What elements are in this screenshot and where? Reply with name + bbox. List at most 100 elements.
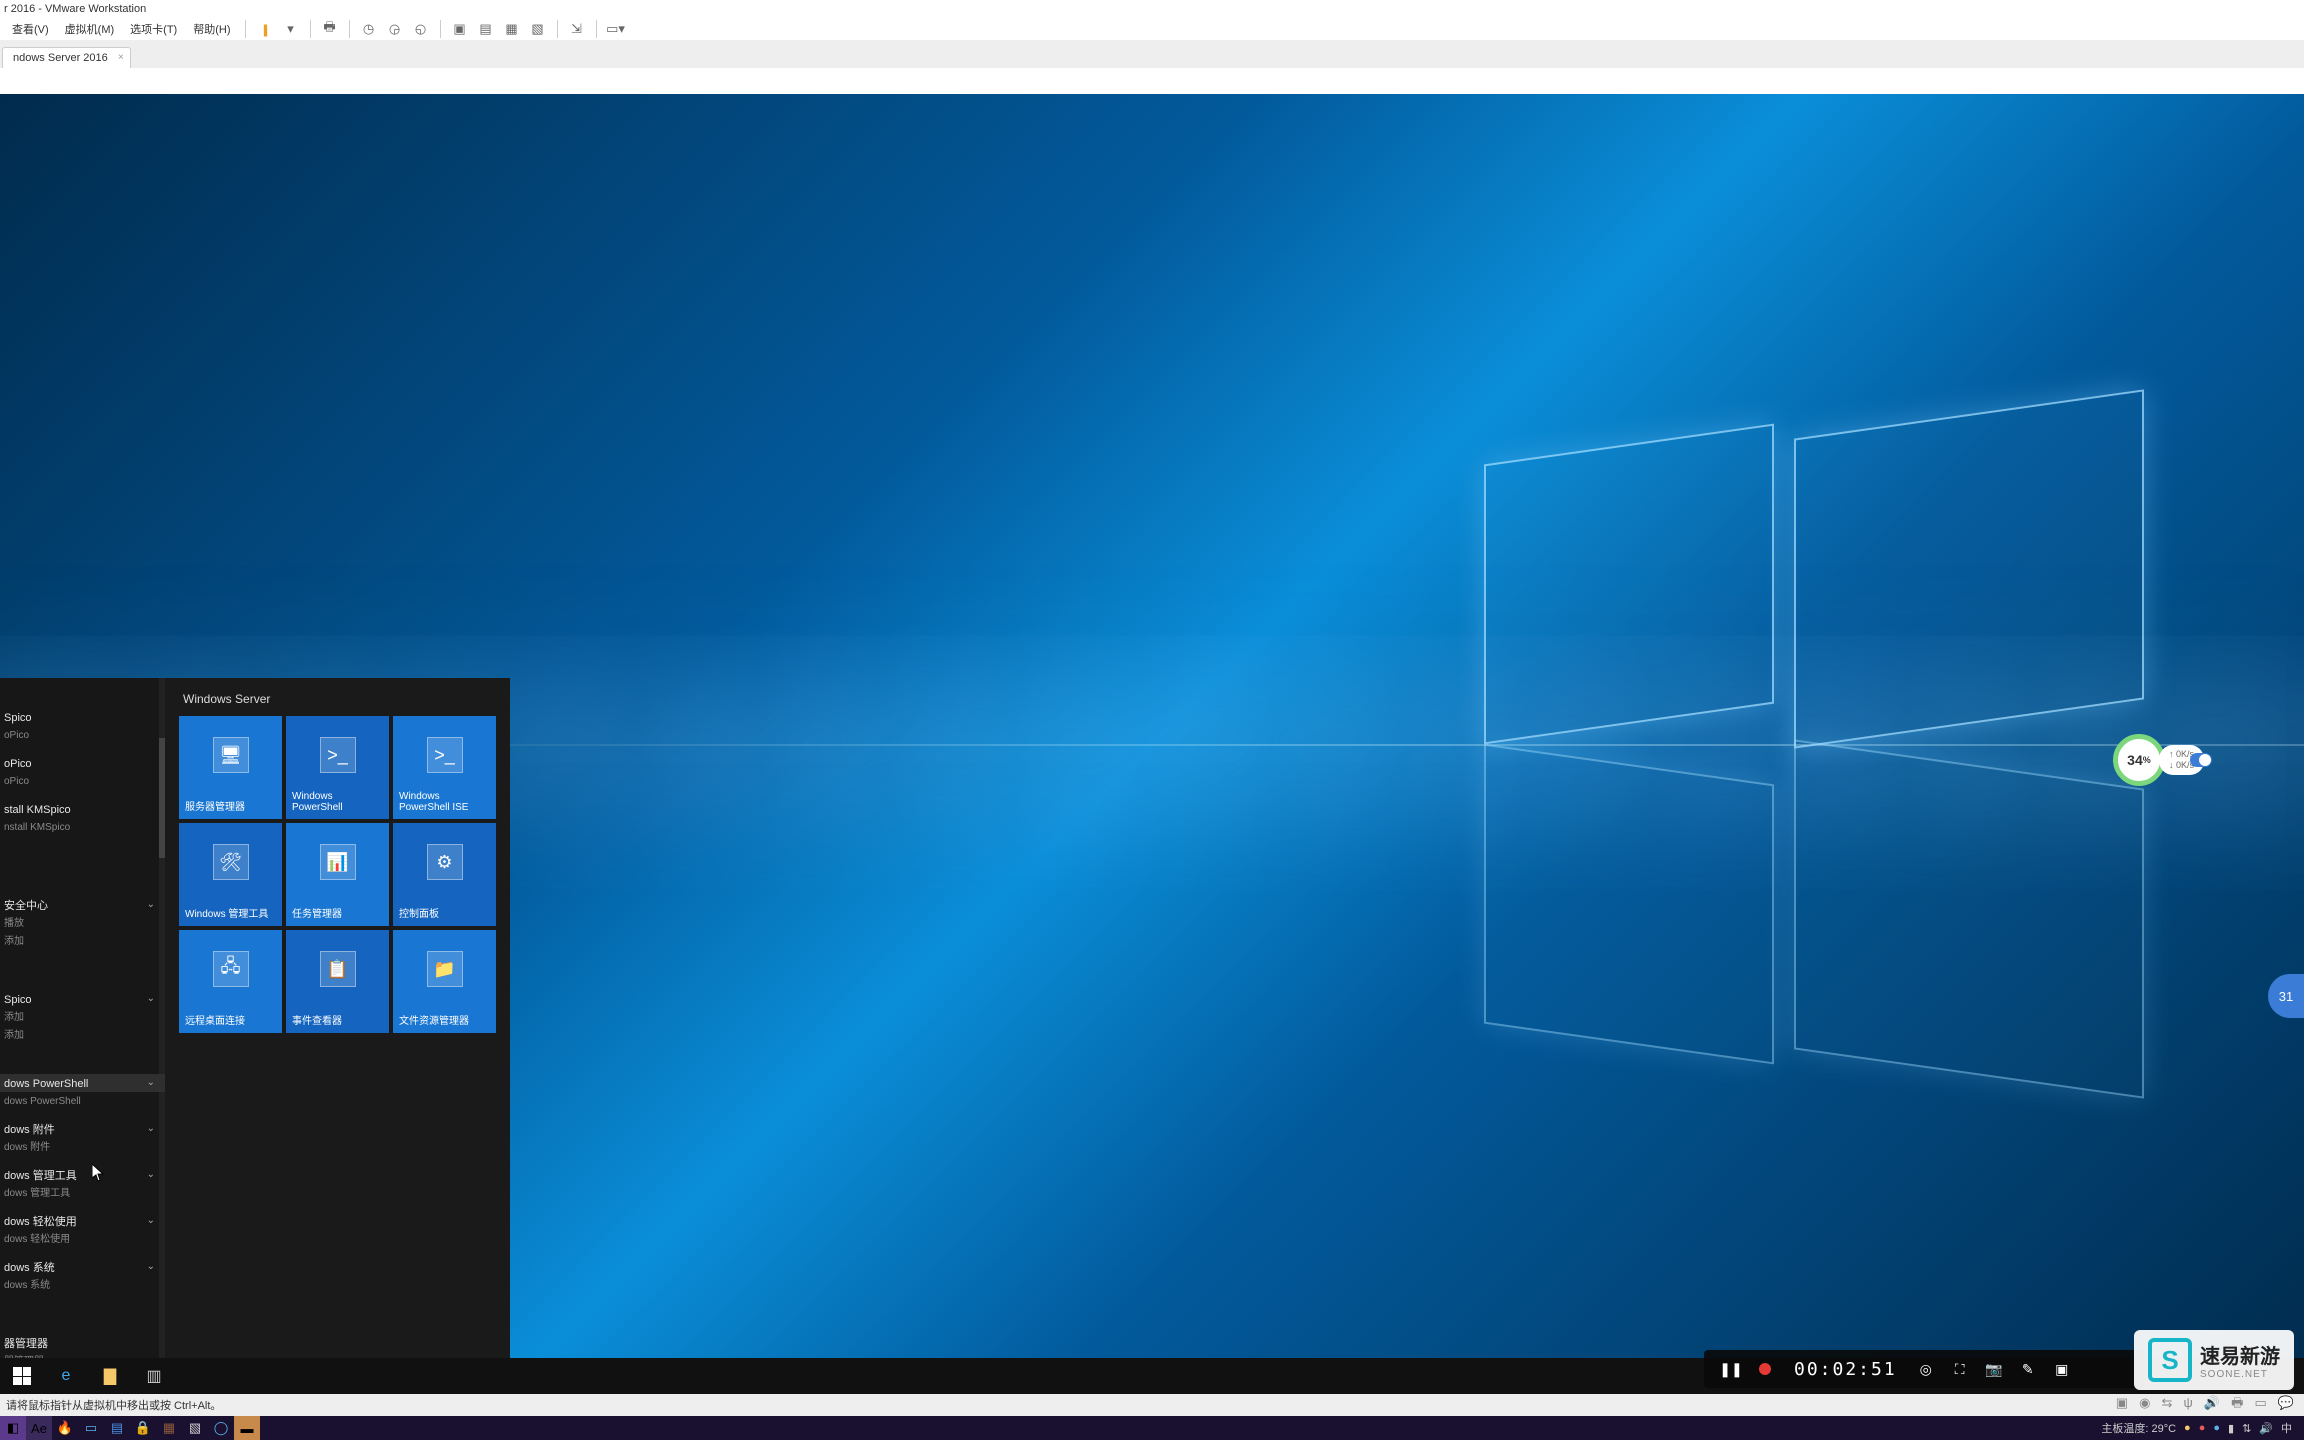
tab-label: ndows Server 2016	[13, 52, 108, 64]
taskbar-explorer[interactable]: ▇	[88, 1358, 132, 1394]
list-group[interactable]: dows 管理工具	[0, 1166, 165, 1184]
host-app-4[interactable]: ▭	[78, 1416, 104, 1440]
sound-icon[interactable]: 🔊	[2204, 1395, 2220, 1410]
snapshot-revert-icon[interactable]: ◵	[412, 20, 430, 38]
tile-control-panel[interactable]: ⚙控制面板	[393, 823, 496, 926]
console-icon[interactable]: ▦	[503, 20, 521, 38]
tile-event-viewer[interactable]: 📋事件查看器	[286, 930, 389, 1033]
snapshot-manage-icon[interactable]: ◶	[386, 20, 404, 38]
menu-view[interactable]: 查看(V)	[4, 21, 57, 37]
stretch-icon[interactable]: ▧	[529, 20, 547, 38]
snapshot-icon[interactable]: ◷	[360, 20, 378, 38]
host-app-10[interactable]: ▬	[234, 1416, 260, 1440]
tile-remote-desktop[interactable]: 🖧远程桌面连接	[179, 930, 282, 1033]
net-icon[interactable]: ⇆	[2162, 1395, 2173, 1410]
watermark-en: SOONE.NET	[2200, 1369, 2280, 1380]
close-icon[interactable]: ×	[118, 52, 124, 63]
list-group[interactable]: 安全中心	[0, 896, 165, 914]
camera-icon[interactable]: 📷	[1979, 1354, 2009, 1384]
tray-sound-icon[interactable]: 🔊	[2259, 1422, 2273, 1435]
list-item-sub: 添加	[0, 932, 165, 950]
start-tiles-panel: Windows Server 🖥服务器管理器 >_Windows PowerSh…	[165, 678, 510, 1358]
menu-help[interactable]: 帮助(H)	[185, 21, 238, 37]
list-item[interactable]: 器管理器	[0, 1334, 165, 1352]
list-item[interactable]: Spico	[0, 708, 165, 726]
dropdown-icon[interactable]: ▾	[282, 20, 300, 38]
menu-tabs[interactable]: 选项卡(T)	[122, 21, 185, 37]
library-icon[interactable]: ▭▾	[607, 20, 625, 38]
list-item-sub: nstall KMSpico	[0, 818, 165, 836]
fullscreen-icon[interactable]: ▣	[451, 20, 469, 38]
display-icon[interactable]: ▭	[2254, 1395, 2266, 1410]
tile-server-manager[interactable]: 🖥服务器管理器	[179, 716, 282, 819]
expand-icon[interactable]: ⛶	[1945, 1354, 1975, 1384]
host-app-8[interactable]: ▧	[182, 1416, 208, 1440]
taskbar-app[interactable]: ▥	[132, 1358, 176, 1394]
pause-icon[interactable]: ||	[256, 20, 274, 38]
status-text: 请将鼠标指针从虚拟机中移出或按 Ctrl+Alt。	[6, 1397, 221, 1413]
target-icon[interactable]: ◎	[1911, 1354, 1941, 1384]
gauge-ring: 34%	[2113, 734, 2165, 786]
tray-icon[interactable]: ▮	[2228, 1422, 2234, 1435]
tray-icon[interactable]: ●	[2213, 1422, 2220, 1434]
stop-icon[interactable]: ▣	[2047, 1354, 2077, 1384]
tray-icon[interactable]: ●	[2184, 1422, 2191, 1434]
list-group[interactable]: dows 轻松使用	[0, 1212, 165, 1230]
tile-powershell[interactable]: >_Windows PowerShell	[286, 716, 389, 819]
cycle-icon[interactable]: ⇲	[568, 20, 586, 38]
separator	[596, 20, 597, 38]
start-button[interactable]	[0, 1358, 44, 1394]
recording-toolbar[interactable]: ❚❚ 00:02:51 ◎ ⛶ 📷 ✎ ▣	[1704, 1350, 2144, 1388]
vm-tab[interactable]: ndows Server 2016 ×	[2, 47, 131, 68]
pause-rec-button[interactable]: ❚❚	[1716, 1354, 1746, 1384]
print-icon[interactable]: 🖶	[321, 20, 339, 38]
tile-powershell-ise[interactable]: >_Windows PowerShell ISE	[393, 716, 496, 819]
tray-ime-icon[interactable]: 中	[2281, 1420, 2292, 1436]
watermark: S 速易新游 SOONE.NET	[2134, 1330, 2294, 1390]
tile-file-explorer[interactable]: 📁文件资源管理器	[393, 930, 496, 1033]
perf-gauge-widget[interactable]: 34% ↑ 0K/s ↓ 0K/s	[2113, 734, 2204, 786]
taskbar-ie[interactable]: e	[44, 1358, 88, 1394]
watermark-logo: S	[2148, 1338, 2192, 1382]
list-item[interactable]: stall KMSpico	[0, 800, 165, 818]
host-app-5[interactable]: ▤	[104, 1416, 130, 1440]
tile-admin-tools[interactable]: 🛠Windows 管理工具	[179, 823, 282, 926]
tray-net-icon[interactable]: ⇅	[2242, 1422, 2251, 1435]
host-app-6[interactable]: 🔒	[130, 1416, 156, 1440]
list-group[interactable]: Spico	[0, 990, 165, 1008]
host-app-7[interactable]: ▦	[156, 1416, 182, 1440]
record-button[interactable]	[1750, 1354, 1780, 1384]
list-group[interactable]: dows 附件	[0, 1120, 165, 1138]
start-app-list[interactable]: Spico oPico oPico oPico stall KMSpico ns…	[0, 678, 165, 1358]
rec-timer: 00:02:51	[1794, 1359, 1897, 1380]
tray-icon[interactable]: ●	[2199, 1422, 2206, 1434]
list-group-powershell[interactable]: dows PowerShell	[0, 1074, 165, 1092]
host-app-1[interactable]: ◧	[0, 1416, 26, 1440]
separator	[440, 20, 441, 38]
host-app-3[interactable]: 🔥	[52, 1416, 78, 1440]
list-group[interactable]: dows 系统	[0, 1258, 165, 1276]
vmware-title-bar: r 2016 - VMware Workstation	[0, 0, 2304, 18]
host-app-9[interactable]: ◯	[208, 1416, 234, 1440]
side-bubble[interactable]: 31	[2268, 974, 2304, 1018]
host-app-2[interactable]: Ae	[26, 1416, 52, 1440]
taskmgr-icon: 📊	[320, 844, 356, 880]
tile-task-manager[interactable]: 📊任务管理器	[286, 823, 389, 926]
menu-vm[interactable]: 虚拟机(M)	[57, 21, 123, 37]
cd-icon[interactable]: ◉	[2139, 1395, 2150, 1410]
unity-icon[interactable]: ▤	[477, 20, 495, 38]
printer-icon[interactable]: 🖶	[2231, 1395, 2243, 1410]
list-item[interactable]: oPico	[0, 754, 165, 772]
scrollbar[interactable]	[159, 678, 165, 1358]
rdp-icon: 🖧	[213, 951, 249, 987]
vmware-menu-bar: 查看(V) 虚拟机(M) 选项卡(T) 帮助(H) || ▾ 🖶 ◷ ◶ ◵ ▣…	[0, 18, 2304, 40]
separator	[245, 20, 246, 38]
usb-icon[interactable]: ψ	[2184, 1395, 2193, 1410]
list-item-sub: 添加	[0, 1026, 165, 1044]
brush-icon[interactable]: ✎	[2013, 1354, 2043, 1384]
separator	[349, 20, 350, 38]
tile-group-title[interactable]: Windows Server	[179, 692, 496, 706]
toggle-icon[interactable]	[2190, 753, 2212, 767]
message-icon[interactable]: 💬	[2278, 1395, 2294, 1410]
disk-icon[interactable]: ▣	[2116, 1395, 2128, 1410]
